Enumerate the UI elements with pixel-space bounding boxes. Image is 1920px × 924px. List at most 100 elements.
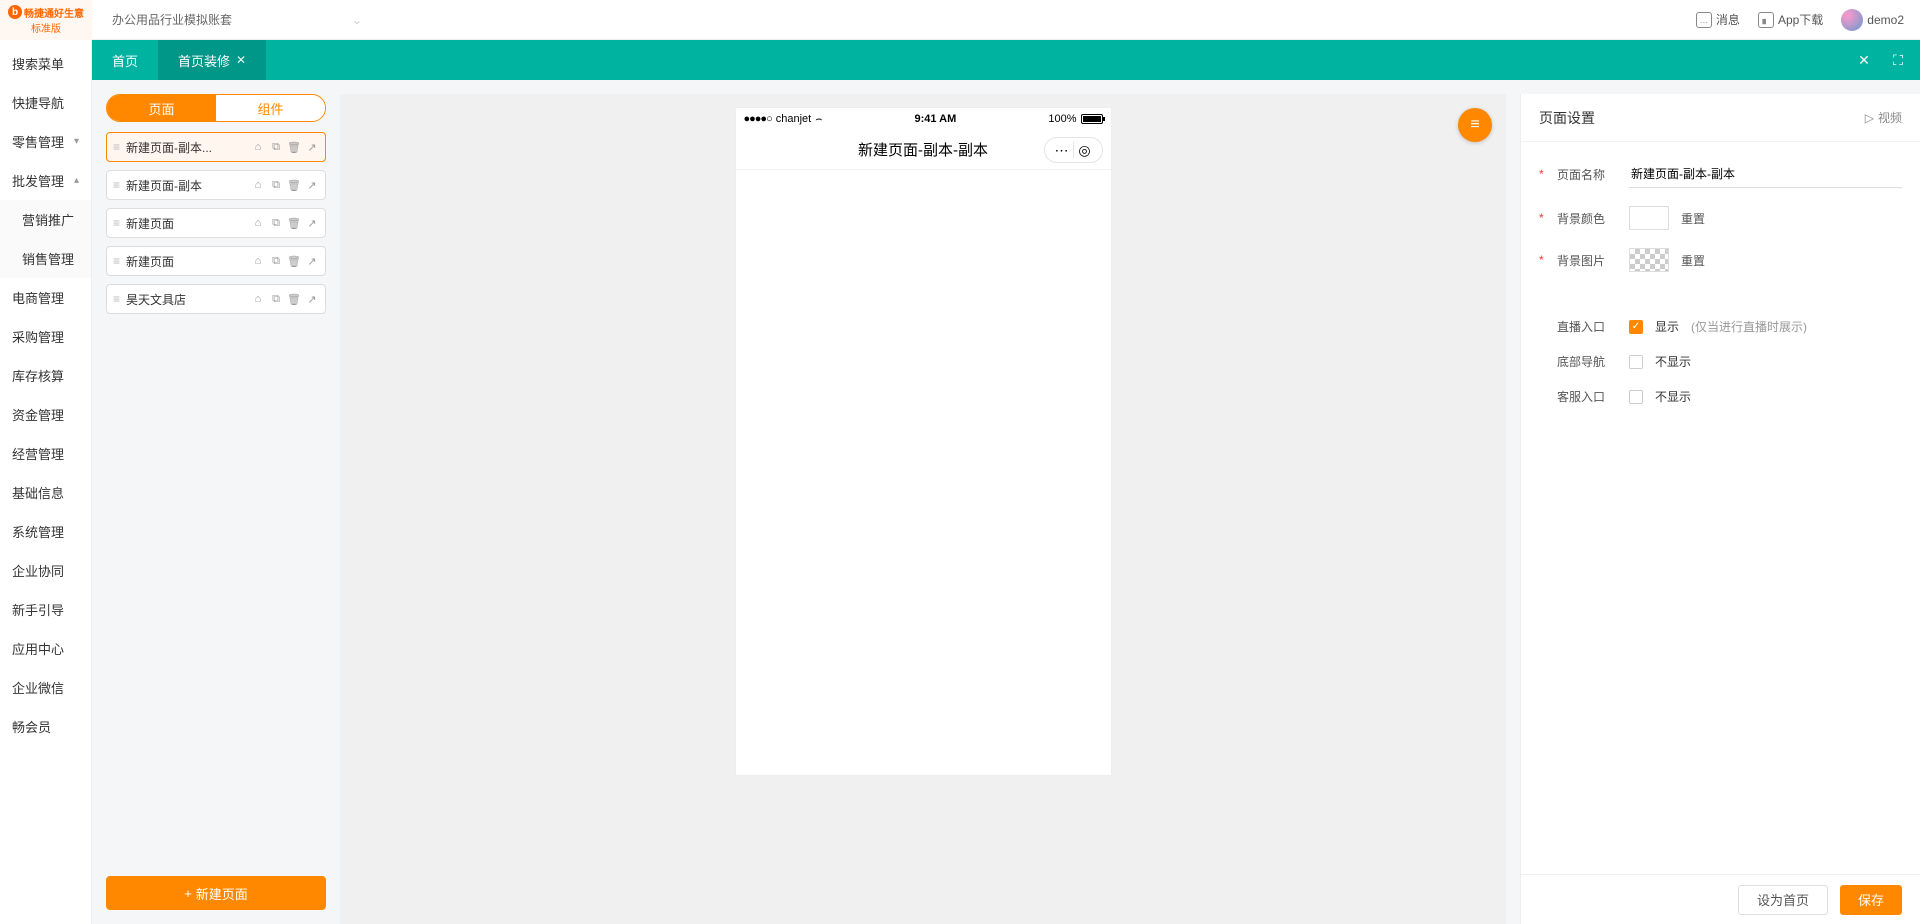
settings-title: 页面设置 bbox=[1539, 108, 1595, 128]
reset-bgimg[interactable]: 重置 bbox=[1681, 252, 1705, 269]
copy-icon[interactable]: ⧉ bbox=[269, 292, 283, 306]
page-name: 新建页面 bbox=[126, 215, 245, 232]
share-icon[interactable]: ↗ bbox=[305, 254, 319, 268]
home-icon[interactable]: ⌂ bbox=[251, 140, 265, 154]
sidebar-item-basic[interactable]: 基础信息 bbox=[0, 473, 91, 512]
page-row[interactable]: ≡ 新建页面 ⌂ ⧉ 🗑 ↗ bbox=[106, 208, 326, 238]
seg-components[interactable]: 组件 bbox=[216, 95, 325, 121]
sidebar-item-ecommerce[interactable]: 电商管理 bbox=[0, 278, 91, 317]
tab-decorate[interactable]: 首页装修✕ bbox=[158, 40, 266, 80]
seg-pages[interactable]: 页面 bbox=[107, 95, 216, 121]
sidebar-item-apps[interactable]: 应用中心 bbox=[0, 629, 91, 668]
save-button[interactable]: 保存 bbox=[1840, 885, 1902, 915]
status-time: 9:41 AM bbox=[822, 113, 1048, 125]
sidebar-item-purchase[interactable]: 采购管理 bbox=[0, 317, 91, 356]
page-row[interactable]: ≡ 新建页面-副本 ⌂ ⧉ 🗑 ↗ bbox=[106, 170, 326, 200]
copy-icon[interactable]: ⧉ bbox=[269, 178, 283, 192]
label-bgcolor: 背景颜色 bbox=[1557, 210, 1617, 227]
delete-icon[interactable]: 🗑 bbox=[287, 140, 301, 154]
sidebar-item-wholesale[interactable]: 批发管理▴ bbox=[0, 161, 91, 200]
user-menu[interactable]: demo2 bbox=[1841, 9, 1904, 31]
label-bgimg: 背景图片 bbox=[1557, 252, 1617, 269]
video-link[interactable]: ▷视频 bbox=[1865, 109, 1902, 126]
checkbox-cs[interactable] bbox=[1629, 390, 1643, 404]
hamburger-icon: ≡ bbox=[1470, 116, 1479, 134]
share-icon[interactable]: ↗ bbox=[305, 292, 319, 306]
app-download-link[interactable]: ▖App下载 bbox=[1758, 11, 1823, 28]
field-live: 直播入口 ✓ 显示 (仅当进行直播时展示) bbox=[1539, 318, 1902, 335]
bgimg-swatch[interactable] bbox=[1629, 248, 1669, 272]
left-panel: 页面 组件 ≡ 新建页面-副本... ⌂⧉🗑↗ ≡ 新建页面-副本 ⌂⧉🗑↗ bbox=[106, 94, 326, 924]
sidebar-item-wecom[interactable]: 企业微信 bbox=[0, 668, 91, 707]
caret-up-icon: ▴ bbox=[74, 175, 79, 186]
sidebar-item-quicknav[interactable]: 快捷导航 bbox=[0, 83, 91, 122]
sidebar-item-funds[interactable]: 资金管理 bbox=[0, 395, 91, 434]
drag-handle-icon[interactable]: ≡ bbox=[113, 140, 120, 154]
sidebar-item-inventory[interactable]: 库存核算 bbox=[0, 356, 91, 395]
copy-icon[interactable]: ⧉ bbox=[269, 254, 283, 268]
home-icon[interactable]: ⌂ bbox=[251, 292, 265, 306]
canvas[interactable]: ≡ ●●●●○chanjet⌢ 9:41 AM 100% 新建页面-副本-副本 … bbox=[340, 94, 1506, 924]
page-row[interactable]: ≡ 新建页面 ⌂⧉🗑↗ bbox=[106, 246, 326, 276]
bgcolor-swatch[interactable] bbox=[1629, 206, 1669, 230]
set-home-button[interactable]: 设为首页 bbox=[1738, 885, 1828, 915]
menu-fab[interactable]: ≡ bbox=[1458, 108, 1492, 142]
field-bgimg: *背景图片 重置 bbox=[1539, 248, 1902, 272]
capsule[interactable]: ⋯ ◎ bbox=[1044, 137, 1103, 163]
share-icon[interactable]: ↗ bbox=[305, 178, 319, 192]
delete-icon[interactable]: 🗑 bbox=[287, 292, 301, 306]
right-panel-footer: 设为首页 保存 bbox=[1521, 874, 1920, 924]
close-icon[interactable]: ✕ bbox=[236, 53, 246, 67]
messages-link[interactable]: …消息 bbox=[1696, 11, 1740, 28]
home-icon[interactable]: ⌂ bbox=[251, 254, 265, 268]
sidebar-item-operation[interactable]: 经营管理 bbox=[0, 434, 91, 473]
new-page-button[interactable]: +新建页面 bbox=[106, 876, 326, 910]
signal-icon: ●●●●○ bbox=[744, 113, 772, 125]
share-icon[interactable]: ↗ bbox=[305, 140, 319, 154]
logo[interactable]: b畅捷通好生意 标准版 bbox=[0, 0, 92, 40]
sidebar-item-collab[interactable]: 企业协同 bbox=[0, 551, 91, 590]
statusbar: ●●●●○chanjet⌢ 9:41 AM 100% bbox=[736, 108, 1111, 130]
copy-icon[interactable]: ⧉ bbox=[269, 216, 283, 230]
sidebar-item-marketing[interactable]: 营销推广 bbox=[0, 200, 91, 239]
page-row[interactable]: ≡ 昊天文具店 ⌂⧉🗑↗ bbox=[106, 284, 326, 314]
tab-close-all-icon[interactable]: ✕ bbox=[1852, 48, 1876, 72]
target-icon[interactable]: ◎ bbox=[1074, 139, 1096, 161]
share-icon[interactable]: ↗ bbox=[305, 216, 319, 230]
sidebar-item-search[interactable]: 搜索菜单 bbox=[0, 44, 91, 83]
fullscreen-icon[interactable]: ⛶ bbox=[1886, 48, 1910, 72]
checkbox-live[interactable]: ✓ bbox=[1629, 320, 1643, 334]
drag-handle-icon[interactable]: ≡ bbox=[113, 292, 120, 306]
drag-handle-icon[interactable]: ≡ bbox=[113, 254, 120, 268]
checkbox-bottom-nav[interactable] bbox=[1629, 355, 1643, 369]
phone-icon: ▖ bbox=[1758, 12, 1774, 28]
copy-icon[interactable]: ⧉ bbox=[269, 140, 283, 154]
live-hint: (仅当进行直播时展示) bbox=[1691, 318, 1807, 335]
home-icon[interactable]: ⌂ bbox=[251, 216, 265, 230]
battery-icon bbox=[1081, 114, 1103, 124]
app-download-label: App下载 bbox=[1778, 11, 1823, 28]
account-select[interactable]: 办公用品行业模拟账套 ⌄ bbox=[112, 11, 362, 28]
sidebar-item-retail[interactable]: 零售管理▾ bbox=[0, 122, 91, 161]
drag-handle-icon[interactable]: ≡ bbox=[113, 178, 120, 192]
delete-icon[interactable]: 🗑 bbox=[287, 178, 301, 192]
drag-handle-icon[interactable]: ≡ bbox=[113, 216, 120, 230]
input-page-name[interactable] bbox=[1629, 160, 1902, 188]
sidebar-item-member[interactable]: 畅会员 bbox=[0, 707, 91, 746]
sidebar-item-guide[interactable]: 新手引导 bbox=[0, 590, 91, 629]
cs-text: 不显示 bbox=[1655, 388, 1691, 405]
sidebar-item-sales[interactable]: 销售管理 bbox=[0, 239, 91, 278]
tab-home[interactable]: 首页 bbox=[92, 40, 158, 80]
more-icon[interactable]: ⋯ bbox=[1051, 139, 1073, 161]
messages-label: 消息 bbox=[1716, 11, 1740, 28]
field-page-name: *页面名称 bbox=[1539, 160, 1902, 188]
message-icon: … bbox=[1696, 12, 1712, 28]
avatar bbox=[1841, 9, 1863, 31]
page-name: 新建页面-副本 bbox=[126, 177, 245, 194]
reset-bgcolor[interactable]: 重置 bbox=[1681, 210, 1705, 227]
delete-icon[interactable]: 🗑 bbox=[287, 254, 301, 268]
page-row[interactable]: ≡ 新建页面-副本... ⌂⧉🗑↗ bbox=[106, 132, 326, 162]
home-icon[interactable]: ⌂ bbox=[251, 178, 265, 192]
delete-icon[interactable]: 🗑 bbox=[287, 216, 301, 230]
sidebar-item-system[interactable]: 系统管理 bbox=[0, 512, 91, 551]
